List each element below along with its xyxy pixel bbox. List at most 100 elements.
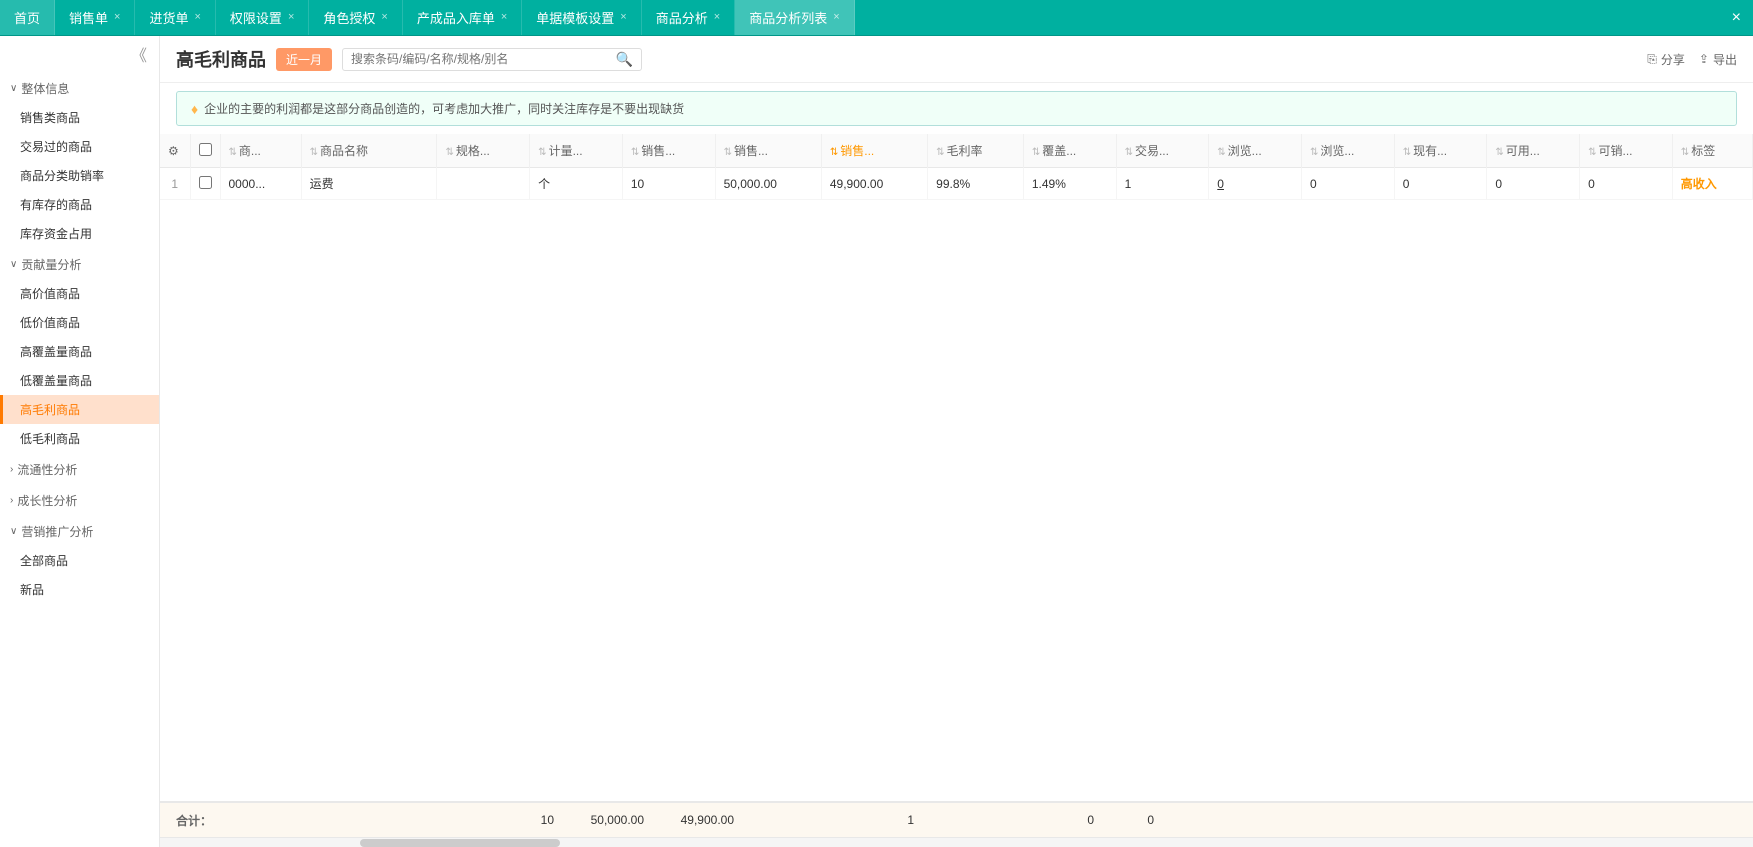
cell-gross-margin: 99.8%	[928, 168, 1024, 200]
nav-permissions[interactable]: 权限设置 ×	[216, 0, 309, 35]
col-tag[interactable]: ⇅标签	[1672, 134, 1752, 168]
footer-label: 合计：	[160, 812, 228, 829]
col-name[interactable]: ⇅商品名称	[301, 134, 437, 168]
col-browse2[interactable]: ⇅浏览...	[1301, 134, 1394, 168]
sidebar-item-new-goods[interactable]: 新品	[0, 575, 159, 604]
sidebar-item-low-coverage[interactable]: 低覆盖量商品	[0, 366, 159, 395]
table-row: 1 0000... 运费 个 10 50,000.00 49,900.00 99…	[160, 168, 1753, 200]
export-icon: ⇪	[1699, 52, 1709, 66]
search-input[interactable]	[351, 52, 616, 66]
sidebar-item-sales-goods[interactable]: 销售类商品	[0, 103, 159, 132]
close-icon[interactable]: ×	[501, 12, 507, 23]
col-browse1[interactable]: ⇅浏览...	[1209, 134, 1302, 168]
col-coverage[interactable]: ⇅覆盖...	[1023, 134, 1116, 168]
share-button[interactable]: ⎘ 分享	[1647, 51, 1685, 68]
sidebar-group-growth[interactable]: › 成长性分析	[0, 484, 159, 515]
sidebar-item-category-rate[interactable]: 商品分类助销率	[0, 161, 159, 190]
cell-sales-qty: 10	[622, 168, 715, 200]
col-sales-profit[interactable]: ⇅销售...	[821, 134, 927, 168]
close-icon[interactable]: ×	[381, 12, 387, 23]
info-icon: ♦	[191, 101, 198, 117]
period-button[interactable]: 近一月	[276, 48, 332, 71]
sidebar-group-contribution-items: 高价值商品 低价值商品 高覆盖量商品 低覆盖量商品 高毛利商品 低毛利商品	[0, 279, 159, 453]
col-settings[interactable]: ⚙	[160, 134, 190, 168]
top-nav: 首页 销售单 × 进货单 × 权限设置 × 角色授权 × 产成品入库单 × 单据…	[0, 0, 1753, 36]
col-sellable[interactable]: ⇅可销...	[1580, 134, 1673, 168]
chevron-right-icon: ›	[10, 495, 13, 506]
sidebar-item-all-goods[interactable]: 全部商品	[0, 546, 159, 575]
sidebar-group-marketing[interactable]: ∨ 营销推广分析	[0, 515, 159, 546]
sidebar-item-high-margin[interactable]: 高毛利商品	[0, 395, 159, 424]
page-title: 高毛利商品	[176, 46, 266, 72]
nav-template-settings[interactable]: 单据模板设置 ×	[522, 0, 641, 35]
footer-area: 合计： 10 50,000.00 49,900.00 1 0 0	[160, 801, 1753, 847]
table-header-row: ⚙ ⇅商... ⇅商品名称 ⇅规格... ⇅计量... ⇅销售... ⇅销售..…	[160, 134, 1753, 168]
col-sales-amount[interactable]: ⇅销售...	[715, 134, 821, 168]
sidebar-group-marketing-items: 全部商品 新品	[0, 546, 159, 604]
row-checkbox[interactable]	[199, 176, 212, 189]
cell-browse1[interactable]: 0	[1209, 168, 1302, 200]
col-code[interactable]: ⇅商...	[220, 134, 301, 168]
col-current-stock[interactable]: ⇅现有...	[1394, 134, 1487, 168]
nav-purchase[interactable]: 进货单 ×	[135, 0, 215, 35]
sidebar-group-overall[interactable]: ∨ 整体信息	[0, 72, 159, 103]
chevron-right-icon: ›	[10, 464, 13, 475]
table-container[interactable]: ⚙ ⇅商... ⇅商品名称 ⇅规格... ⇅计量... ⇅销售... ⇅销售..…	[160, 134, 1753, 801]
sidebar-item-low-margin[interactable]: 低毛利商品	[0, 424, 159, 453]
close-all-button[interactable]: ×	[1720, 9, 1753, 27]
select-all-checkbox[interactable]	[199, 143, 212, 156]
search-icon[interactable]: 🔍	[616, 51, 633, 68]
close-icon[interactable]: ×	[114, 12, 120, 23]
content-header: 高毛利商品 近一月 🔍 ⎘ 分享 ⇪ 导出	[160, 36, 1753, 83]
sidebar-item-in-stock[interactable]: 有库存的商品	[0, 190, 159, 219]
sidebar-item-low-value[interactable]: 低价值商品	[0, 308, 159, 337]
sidebar-item-high-value[interactable]: 高价值商品	[0, 279, 159, 308]
cell-sellable: 0	[1580, 168, 1673, 200]
export-button[interactable]: ⇪ 导出	[1699, 51, 1737, 68]
horizontal-scrollbar[interactable]	[160, 837, 1753, 847]
share-icon: ⎘	[1647, 52, 1657, 67]
footer-values: 10 50,000.00 49,900.00 1 0 0	[228, 813, 1753, 827]
nav-product-analysis[interactable]: 商品分析 ×	[642, 0, 735, 35]
close-icon[interactable]: ×	[288, 12, 294, 23]
cell-name: 运费	[301, 168, 437, 200]
nav-role-auth[interactable]: 角色授权 ×	[309, 0, 402, 35]
col-checkbox[interactable]	[190, 134, 220, 168]
close-icon[interactable]: ×	[620, 12, 626, 23]
footer-sales-profit: 49,900.00	[652, 813, 742, 827]
footer-current-stock: 0	[1042, 813, 1102, 827]
nav-product-inbound[interactable]: 产成品入库单 ×	[403, 0, 522, 35]
close-icon[interactable]: ×	[714, 12, 720, 23]
cell-unit: 个	[530, 168, 623, 200]
sidebar-item-traded-goods[interactable]: 交易过的商品	[0, 132, 159, 161]
nav-sales-order[interactable]: 销售单 ×	[55, 0, 135, 35]
cell-transaction: 1	[1116, 168, 1209, 200]
close-icon[interactable]: ×	[833, 12, 839, 23]
footer-available: 0	[1102, 813, 1162, 827]
sidebar-item-stock-capital[interactable]: 库存资金占用	[0, 219, 159, 248]
cell-browse2: 0	[1301, 168, 1394, 200]
col-gross-margin[interactable]: ⇅毛利率	[928, 134, 1024, 168]
col-unit[interactable]: ⇅计量...	[530, 134, 623, 168]
row-checkbox-cell[interactable]	[190, 168, 220, 200]
sidebar-group-contribution[interactable]: ∨ 贡献量分析	[0, 248, 159, 279]
sidebar-collapse-button[interactable]: 《	[127, 42, 151, 66]
cell-spec	[437, 168, 530, 200]
sidebar-group-liquidity[interactable]: › 流通性分析	[0, 453, 159, 484]
chevron-down-icon: ∨	[10, 83, 17, 94]
col-sales-qty[interactable]: ⇅销售...	[622, 134, 715, 168]
nav-product-analysis-list[interactable]: 商品分析列表 ×	[735, 0, 854, 35]
col-available[interactable]: ⇅可用...	[1487, 134, 1580, 168]
close-icon[interactable]: ×	[194, 12, 200, 23]
content-area: 高毛利商品 近一月 🔍 ⎘ 分享 ⇪ 导出 ♦ 企业的主要的利润都是这部分商品创…	[160, 36, 1753, 847]
chevron-down-icon: ∨	[10, 526, 17, 537]
header-actions: ⎘ 分享 ⇪ 导出	[1647, 51, 1737, 68]
col-transaction[interactable]: ⇅交易...	[1116, 134, 1209, 168]
sidebar-group-overall-items: 销售类商品 交易过的商品 商品分类助销率 有库存的商品 库存资金占用	[0, 103, 159, 248]
footer-sales-qty: 10	[512, 813, 562, 827]
sidebar-item-high-coverage[interactable]: 高覆盖量商品	[0, 337, 159, 366]
row-num: 1	[160, 168, 190, 200]
nav-home[interactable]: 首页	[0, 0, 55, 35]
col-spec[interactable]: ⇅规格...	[437, 134, 530, 168]
main-layout: 《 ∨ 整体信息 销售类商品 交易过的商品 商品分类助销率 有库存的商品 库存资…	[0, 36, 1753, 847]
